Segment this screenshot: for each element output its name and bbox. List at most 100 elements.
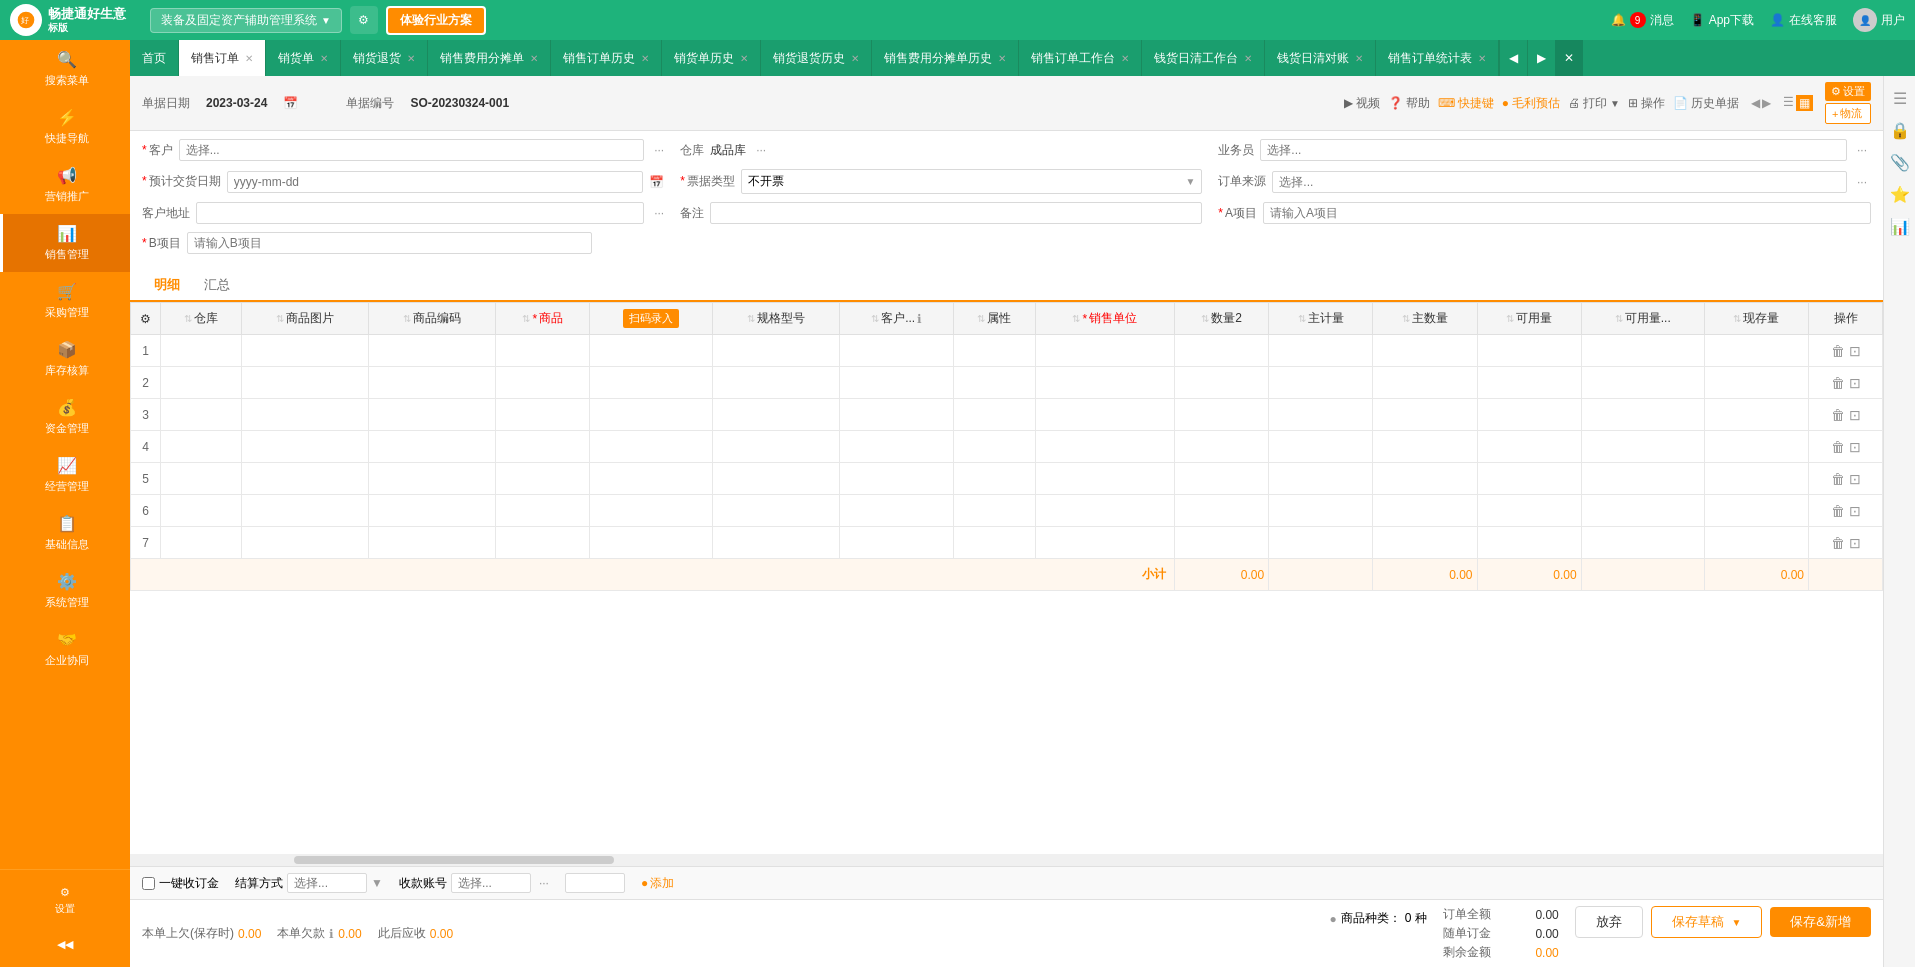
tab-close-3[interactable]: ✕ [407,53,415,64]
payment-amount-input[interactable]: 0.00 [565,873,625,893]
tab-9[interactable]: 销售订单工作台✕ [1019,40,1142,76]
salesperson-expand[interactable]: ··· [1857,143,1867,157]
add-payment-button[interactable]: ● 添加 [641,875,674,892]
customer-addr-expand[interactable]: ··· [654,206,664,220]
tab-close-7[interactable]: ✕ [851,53,859,64]
view-grid-icon[interactable]: ▦ [1796,95,1813,111]
tab-close-11[interactable]: ✕ [1355,53,1363,64]
tab-2[interactable]: 销货单✕ [266,40,341,76]
tab-close-4[interactable]: ✕ [530,53,538,64]
payment-account-input[interactable] [451,873,531,893]
tab-close-8[interactable]: ✕ [998,53,1006,64]
sidebar-item-0[interactable]: 🔍搜索菜单 [0,40,130,98]
nav-next[interactable]: ▶ [1762,96,1771,110]
tab-close-6[interactable]: ✕ [740,53,748,64]
horizontal-scrollbar[interactable] [130,854,1883,866]
a-project-input[interactable] [1263,202,1871,224]
tab-6[interactable]: 销货单历史✕ [662,40,761,76]
online-service-button[interactable]: 👤 在线客服 [1770,12,1837,29]
set-button[interactable]: ⚙ 设置 [1825,82,1871,101]
tab-11[interactable]: 钱货日清对账✕ [1265,40,1376,76]
nav-prev[interactable]: ◀ [1751,96,1760,110]
notification-button[interactable]: 🔔 9 消息 [1611,12,1674,29]
system-title[interactable]: 装备及固定资产辅助管理系统 ▼ [150,8,342,33]
app-download-button[interactable]: 📱 App下载 [1690,12,1754,29]
one-click-deposit[interactable]: 一键收订金 [142,875,219,892]
tab-12[interactable]: 销售订单统计表✕ [1376,40,1499,76]
delete-icon-0[interactable]: 🗑 [1831,343,1845,359]
right-icon-5[interactable]: 📊 [1886,212,1914,240]
delete-icon-2[interactable]: 🗑 [1831,407,1845,423]
payment-account-expand[interactable]: ··· [539,876,549,890]
calendar-icon[interactable]: 📅 [283,96,298,110]
date-picker-icon[interactable]: 📅 [649,175,664,189]
scroll-thumb[interactable] [294,856,614,864]
tab-close-10[interactable]: ✕ [1244,53,1252,64]
sidebar-item-8[interactable]: 📋基础信息 [0,504,130,562]
customer-addr-input[interactable] [196,202,644,224]
ticket-type-select[interactable]: 不开票 ▼ [741,169,1202,194]
copy-icon-6[interactable]: ⊡ [1849,535,1861,551]
salesperson-input[interactable] [1260,139,1847,161]
tab-8[interactable]: 销售费用分摊单历史✕ [872,40,1019,76]
right-icon-3[interactable]: 📎 [1886,148,1914,176]
settings-button[interactable]: ⚙ [350,6,378,34]
copy-icon-0[interactable]: ⊡ [1849,343,1861,359]
dropdown-arrow-draft[interactable]: ▼ [1731,917,1741,928]
order-source-input[interactable] [1272,171,1847,193]
sidebar-item-1[interactable]: ⚡快捷导航 [0,98,130,156]
warehouse-expand[interactable]: ··· [756,143,766,157]
sidebar-item-7[interactable]: 📈经营管理 [0,446,130,504]
tab-7[interactable]: 销货退货历史✕ [761,40,872,76]
sidebar-item-5[interactable]: 📦库存核算 [0,330,130,388]
copy-icon-4[interactable]: ⊡ [1849,471,1861,487]
sidebar-item-2[interactable]: 📢营销推广 [0,156,130,214]
customer-expand[interactable]: ··· [654,143,664,157]
delete-icon-6[interactable]: 🗑 [1831,535,1845,551]
sidebar-item-4[interactable]: 🛒采购管理 [0,272,130,330]
tab-3[interactable]: 销货退货✕ [341,40,428,76]
expected-date-input[interactable] [227,171,643,193]
right-icon-4[interactable]: ⭐ [1886,180,1914,208]
copy-icon-1[interactable]: ⊡ [1849,375,1861,391]
view-list-icon[interactable]: ☰ [1783,95,1794,111]
sidebar-item-3[interactable]: 📊销售管理 [0,214,130,272]
tab-close-5[interactable]: ✕ [641,53,649,64]
tab-nav-prev[interactable]: ◀ [1499,40,1527,76]
scan-button[interactable]: 扫码录入 [623,309,679,328]
col-settings[interactable]: ⚙ [131,303,161,335]
b-project-input[interactable] [187,232,592,254]
sidebar-item-6[interactable]: 💰资金管理 [0,388,130,446]
customer-input[interactable] [179,139,644,161]
copy-icon-3[interactable]: ⊡ [1849,439,1861,455]
note-input[interactable] [710,202,1202,224]
tab-detail[interactable]: 明细 [142,270,192,302]
industry-button[interactable]: 体验行业方案 [386,6,486,35]
sidebar-item-9[interactable]: ⚙️系统管理 [0,562,130,620]
delete-icon-1[interactable]: 🗑 [1831,375,1845,391]
delete-icon-4[interactable]: 🗑 [1831,471,1845,487]
video-action[interactable]: ▶ 视频 [1344,95,1380,112]
tab-5[interactable]: 销售订单历史✕ [551,40,662,76]
help-action[interactable]: ❓ 帮助 [1388,95,1430,112]
add-logistics-button[interactable]: + 物流 [1825,103,1871,124]
tab-close-9[interactable]: ✕ [1121,53,1129,64]
print-action[interactable]: 🖨 打印 ▼ [1568,95,1620,112]
tab-nav-next[interactable]: ▶ [1527,40,1555,76]
history-action[interactable]: 📄 历史单据 [1673,95,1739,112]
sidebar-item-10[interactable]: 🤝企业协同 [0,620,130,678]
delete-icon-3[interactable]: 🗑 [1831,439,1845,455]
tab-close-1[interactable]: ✕ [245,53,253,64]
tab-more[interactable]: ✕ [1555,40,1583,76]
user-button[interactable]: 👤 用户 [1853,8,1905,32]
save-new-button[interactable]: 保存&新增 [1770,907,1871,937]
payment-method-arrow[interactable]: ▼ [371,876,383,890]
one-click-checkbox[interactable] [142,877,155,890]
tab-0[interactable]: 首页 [130,40,179,76]
tab-10[interactable]: 钱货日清工作台✕ [1142,40,1265,76]
shortcut-action[interactable]: ⌨ 快捷键 [1438,95,1494,112]
save-draft-button[interactable]: 保存草稿 ▼ [1651,906,1763,938]
sidebar-settings[interactable]: ⚙ 设置 [51,878,79,924]
tab-1[interactable]: 销售订单✕ [179,40,266,76]
operation-action[interactable]: ⊞ 操作 [1628,95,1665,112]
